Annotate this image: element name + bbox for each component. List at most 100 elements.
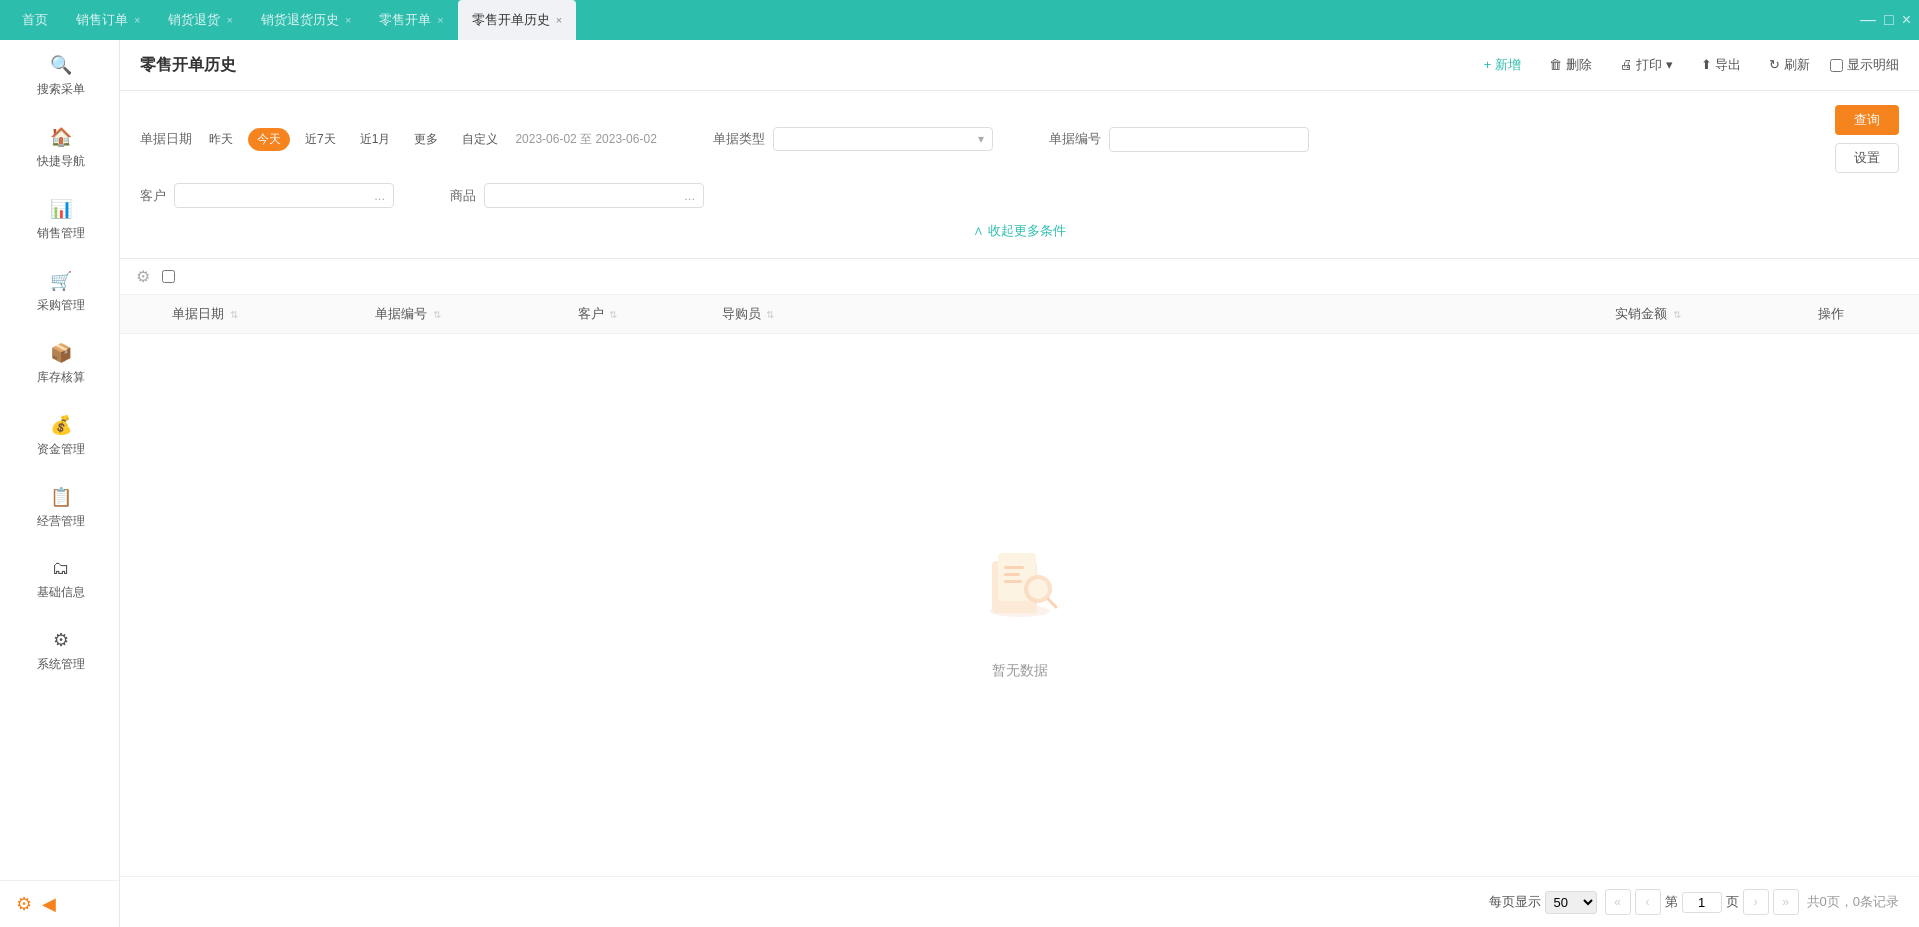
first-page-btn[interactable]: «	[1605, 889, 1631, 915]
sidebar-item-inventory[interactable]: 📦 库存核算	[0, 328, 119, 400]
filter-area: 单据日期 昨天 今天 近7天 近1月 更多 自定义 2023-06-02 至 2…	[120, 91, 1919, 259]
customer-label: 客户	[140, 187, 166, 205]
svg-rect-4	[1004, 573, 1020, 576]
operation-icon: 📋	[50, 486, 72, 508]
system-icon: ⚙	[53, 629, 69, 651]
content-area: 零售开单历史 + 新增 🗑 删除 🖨 打印 ▾ ⬆ 导出 ↻ 刷新 显示明细 单…	[120, 40, 1919, 927]
prev-page-btn[interactable]: ‹	[1635, 889, 1661, 915]
page-total: 共0页，0条记录	[1807, 893, 1899, 911]
table-toolbar: ⚙	[120, 259, 1919, 295]
customer-input[interactable]: ...	[174, 183, 394, 208]
close-tab-sales-return-history[interactable]: ×	[345, 14, 351, 26]
basic-icon: 🗂	[52, 558, 70, 579]
doc-no-filter-item: 单据编号	[1049, 127, 1309, 152]
refresh-button[interactable]: ↻ 刷新	[1761, 52, 1818, 78]
page-number-input[interactable]	[1682, 892, 1722, 913]
header-actions: + 新增 🗑 删除 🖨 打印 ▾ ⬆ 导出 ↻ 刷新 显示明细	[1476, 52, 1899, 78]
customer-dots: ...	[374, 188, 385, 203]
date-btn-today[interactable]: 今天	[248, 128, 290, 151]
th-date[interactable]: 单据日期 ⇅	[160, 295, 363, 334]
tab-sales-return[interactable]: 销货退货 ×	[154, 0, 246, 40]
search-icon: 🔍	[50, 54, 72, 76]
th-checkbox	[120, 295, 160, 334]
close-tab-retail-open-history[interactable]: ×	[556, 14, 562, 26]
collapse-sidebar-icon[interactable]: ◀	[42, 893, 56, 915]
doc-no-label: 单据编号	[1049, 130, 1101, 148]
page-title: 零售开单历史	[140, 55, 236, 76]
th-actions: 操作	[1806, 295, 1919, 334]
close-tab-retail-open[interactable]: ×	[437, 14, 443, 26]
collapse-row: ∧ 收起更多条件	[140, 218, 1899, 244]
table-header: 单据日期 ⇅ 单据编号 ⇅ 客户 ⇅ 导购员 ⇅	[120, 295, 1919, 334]
settings-icon[interactable]: ⚙	[16, 893, 32, 915]
collapse-filter-button[interactable]: ∧ 收起更多条件	[961, 218, 1078, 244]
empty-illustration	[970, 531, 1070, 650]
sidebar-item-system[interactable]: ⚙ 系统管理	[0, 615, 119, 687]
filter-row-2: 客户 ... 商品 ...	[140, 183, 1899, 208]
date-btn-custom[interactable]: 自定义	[453, 127, 507, 152]
sidebar-item-search[interactable]: 🔍 搜索采单	[0, 40, 119, 112]
win-min-btn[interactable]: —	[1860, 11, 1876, 29]
tab-sales-order[interactable]: 销售订单 ×	[62, 0, 154, 40]
filter-row-1: 单据日期 昨天 今天 近7天 近1月 更多 自定义 2023-06-02 至 2…	[140, 105, 1899, 173]
print-button[interactable]: 🖨 打印 ▾	[1612, 52, 1681, 78]
sidebar-item-operation[interactable]: 📋 经营管理	[0, 472, 119, 544]
page-nav: « ‹ 第 页 › »	[1605, 889, 1799, 915]
page-size-dropdown[interactable]: 50 10 20 100	[1545, 891, 1597, 914]
svg-rect-3	[1004, 566, 1024, 569]
th-amount[interactable]: 实销金额 ⇅	[1603, 295, 1806, 334]
data-table: 单据日期 ⇅ 单据编号 ⇅ 客户 ⇅ 导购员 ⇅	[120, 295, 1919, 334]
sidebar: 🔍 搜索采单 🏠 快捷导航 📊 销售管理 🛒 采购管理 📦 库存核算 💰 资金管…	[0, 40, 120, 927]
tab-retail-open[interactable]: 零售开单 ×	[365, 0, 457, 40]
doc-type-filter-item: 单据类型 ▾	[713, 127, 993, 151]
page-header: 零售开单历史 + 新增 🗑 删除 🖨 打印 ▾ ⬆ 导出 ↻ 刷新 显示明细	[120, 40, 1919, 91]
svg-point-7	[1028, 579, 1048, 599]
date-btn-yesterday[interactable]: 昨天	[200, 127, 242, 152]
win-max-btn[interactable]: □	[1884, 11, 1894, 29]
home-icon: 🏠	[50, 126, 72, 148]
th-customer[interactable]: 客户 ⇅	[566, 295, 710, 334]
sidebar-item-basic[interactable]: 🗂 基础信息	[0, 544, 119, 615]
sidebar-item-quick-nav[interactable]: 🏠 快捷导航	[0, 112, 119, 184]
date-filter-item: 单据日期 昨天 今天 近7天 近1月 更多 自定义 2023-06-02 至 2…	[140, 127, 657, 152]
query-button[interactable]: 查询	[1835, 105, 1899, 135]
date-btn-last1m[interactable]: 近1月	[351, 127, 400, 152]
page-size-select: 每页显示 50 10 20 100	[1489, 891, 1597, 914]
delete-button[interactable]: 🗑 删除	[1541, 52, 1600, 78]
date-btn-more[interactable]: 更多	[405, 127, 447, 152]
display-detail-checkbox[interactable]	[1830, 59, 1843, 72]
empty-text: 暂无数据	[992, 662, 1048, 680]
set-button[interactable]: 设置	[1835, 143, 1899, 173]
th-salesperson[interactable]: 导购员 ⇅	[710, 295, 883, 334]
tab-retail-open-history[interactable]: 零售开单历史 ×	[458, 0, 576, 40]
next-page-btn[interactable]: ›	[1743, 889, 1769, 915]
sidebar-item-purchase[interactable]: 🛒 采购管理	[0, 256, 119, 328]
date-filter-group: 昨天 今天 近7天 近1月 更多 自定义	[200, 127, 507, 152]
window-controls: — □ ×	[1860, 11, 1911, 29]
doc-type-dropdown-icon: ▾	[978, 132, 984, 146]
th-no[interactable]: 单据编号 ⇅	[363, 295, 566, 334]
inventory-icon: 📦	[50, 342, 72, 364]
empty-state: 暂无数据	[120, 334, 1919, 876]
export-button[interactable]: ⬆ 导出	[1693, 52, 1750, 78]
add-button[interactable]: + 新增	[1476, 52, 1529, 78]
display-detail-toggle[interactable]: 显示明细	[1830, 56, 1899, 74]
table-settings-icon[interactable]: ⚙	[136, 267, 150, 286]
purchase-icon: 🛒	[50, 270, 72, 292]
win-close-btn[interactable]: ×	[1902, 11, 1911, 29]
tab-home[interactable]: 首页	[8, 0, 62, 40]
select-all-checkbox[interactable]	[162, 270, 175, 283]
date-btn-last7[interactable]: 近7天	[296, 127, 345, 152]
last-page-btn[interactable]: »	[1773, 889, 1799, 915]
goods-label: 商品	[450, 187, 476, 205]
goods-input[interactable]: ...	[484, 183, 704, 208]
pagination: 每页显示 50 10 20 100 « ‹ 第 页 › » 共0页，0条记录	[120, 876, 1919, 927]
close-tab-sales-return[interactable]: ×	[226, 14, 232, 26]
doc-no-input[interactable]	[1109, 127, 1309, 152]
sort-no-icon: ⇅	[433, 309, 441, 320]
sidebar-item-finance[interactable]: 💰 资金管理	[0, 400, 119, 472]
tab-sales-return-history[interactable]: 销货退货历史 ×	[247, 0, 365, 40]
close-tab-sales-order[interactable]: ×	[134, 14, 140, 26]
doc-type-select[interactable]: ▾	[773, 127, 993, 151]
sidebar-item-sales[interactable]: 📊 销售管理	[0, 184, 119, 256]
